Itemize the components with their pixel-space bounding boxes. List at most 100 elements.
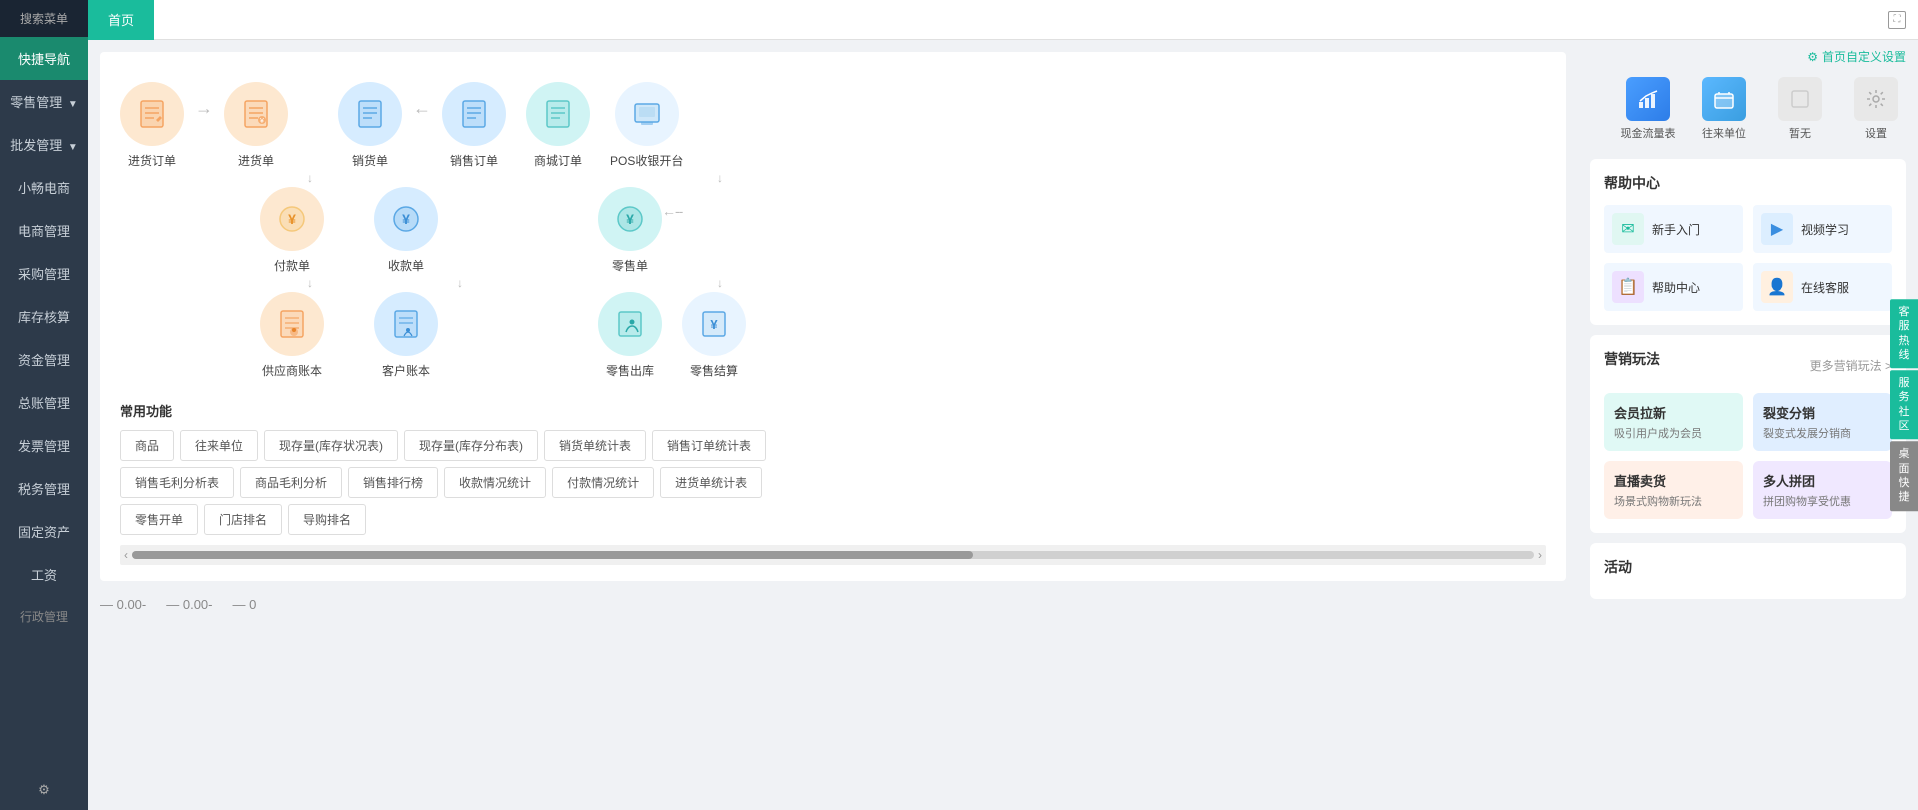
sidebar-item-tax[interactable]: 税务管理	[0, 467, 88, 510]
mkt-group-title: 多人拼团	[1763, 471, 1882, 490]
marketing-more-link[interactable]: 更多营销玩法 >	[1810, 357, 1892, 374]
mkt-item-group[interactable]: 多人拼团 拼团购物享受优惠	[1753, 461, 1892, 519]
sidebar-item-invoice[interactable]: 发票管理	[0, 424, 88, 467]
node-payment[interactable]: ¥ 付款单	[260, 187, 324, 274]
help-center-title: 帮助中心	[1604, 173, 1892, 193]
node-pos[interactable]: POS收银开台	[610, 82, 683, 169]
cf-btn-sales-order-stat[interactable]: 销售订单统计表	[652, 430, 766, 461]
cf-btn-sales-profit[interactable]: 销售毛利分析表	[120, 467, 234, 498]
down-arrow-mall: ↓	[717, 169, 723, 187]
fullscreen-icon[interactable]: ⛶	[1888, 11, 1906, 29]
scroll-left-arrow[interactable]: ‹	[124, 548, 128, 562]
cf-btn-stock-dist[interactable]: 现存量(库存分布表)	[404, 430, 538, 461]
cf-btn-goods-profit[interactable]: 商品毛利分析	[240, 467, 342, 498]
cf-btn-store-rank[interactable]: 门店排名	[204, 504, 282, 535]
gear-icon: ⚙	[1807, 50, 1818, 64]
float-btn-service[interactable]: 客服热线	[1890, 299, 1918, 368]
sidebar-settings[interactable]: ⚙	[0, 770, 88, 810]
horizontal-scrollbar[interactable]: ‹ ›	[120, 545, 1546, 565]
sidebar-item-fixed-assets[interactable]: 固定资产	[0, 510, 88, 553]
node-retail-settlement[interactable]: ¥ 零售结算	[682, 292, 746, 379]
node-mall-order[interactable]: 商城订单	[526, 82, 590, 169]
mkt-item-fission[interactable]: 裂变分销 裂变式发展分销商	[1753, 393, 1892, 451]
qi-partners[interactable]: 往来单位	[1694, 77, 1754, 141]
cf-title: 常用功能	[120, 401, 1546, 420]
qi-cashflow-label: 现金流量表	[1621, 125, 1676, 141]
tab-home[interactable]: 首页	[88, 0, 154, 40]
help-item-beginner[interactable]: ✉ 新手入门	[1604, 205, 1743, 253]
top-bar: 首页 ⛶	[88, 0, 1918, 40]
sidebar-item-quick-nav[interactable]: 快捷导航	[0, 37, 88, 80]
customize-settings[interactable]: ⚙ 首页自定义设置	[1590, 48, 1906, 65]
scroll-track[interactable]	[132, 551, 1534, 559]
qi-settings[interactable]: 设置	[1846, 77, 1906, 141]
cf-btn-retail-order[interactable]: 零售开单	[120, 504, 198, 535]
help-grid: ✉ 新手入门 ▶ 视频学习 📋 帮助中心 👤 在线客服	[1604, 205, 1892, 311]
sidebar-item-retail[interactable]: 零售管理 ▼	[0, 80, 88, 123]
qi-none-label: 暂无	[1789, 125, 1811, 141]
sidebar-item-wholesale[interactable]: 批发管理 ▼	[0, 123, 88, 166]
node-customer-account[interactable]: 客户账本	[374, 292, 438, 379]
node-retail-outbound[interactable]: 零售出库	[598, 292, 662, 379]
cf-btn-guide-rank[interactable]: 导购排名	[288, 504, 366, 535]
float-btn-community[interactable]: 服务社区	[1890, 370, 1918, 439]
main-area: 首页 ⛶	[88, 0, 1918, 810]
sidebar-item-ledger[interactable]: 总账管理	[0, 381, 88, 424]
top-bar-right: ⛶	[1888, 11, 1918, 29]
node-purchase-order[interactable]: 进货订单	[120, 82, 184, 169]
sidebar-item-admin[interactable]: 行政管理	[0, 596, 88, 637]
qi-none-icon	[1778, 77, 1822, 121]
qi-settings-icon	[1854, 77, 1898, 121]
common-functions: 常用功能 商品 往来单位 现存量(库存状况表) 现存量(库存分布表) 销货单统计…	[120, 401, 1546, 535]
activity-card: 活动	[1590, 543, 1906, 599]
left-panel: 进货订单 →	[88, 40, 1578, 810]
node-retail-order[interactable]: ¥ 零售单	[598, 187, 662, 274]
sidebar-search[interactable]: 搜索菜单	[0, 0, 88, 37]
cf-btn-receipt-stat[interactable]: 收款情况统计	[444, 467, 546, 498]
scroll-thumb[interactable]	[132, 551, 973, 559]
node-supplier-account[interactable]: 供应商账本	[260, 292, 324, 379]
help-center-card: 帮助中心 ✉ 新手入门 ▶ 视频学习 📋 帮助中心 👤	[1590, 159, 1906, 325]
cf-btn-purchase-stat[interactable]: 进货单统计表	[660, 467, 762, 498]
customize-label[interactable]: 首页自定义设置	[1822, 48, 1906, 65]
beginner-label: 新手入门	[1652, 221, 1700, 238]
sidebar-item-purchase[interactable]: 采购管理	[0, 252, 88, 295]
down-arrow-purchase: ↓	[307, 169, 313, 187]
online-label: 在线客服	[1801, 279, 1849, 296]
cf-btn-goods[interactable]: 商品	[120, 430, 174, 461]
cf-btn-payment-stat[interactable]: 付款情况统计	[552, 467, 654, 498]
float-btn-desktop[interactable]: 桌面快捷	[1890, 442, 1918, 511]
mkt-item-member[interactable]: 会员拉新 吸引用户成为会员	[1604, 393, 1743, 451]
marketing-card: 营销玩法 更多营销玩法 > 会员拉新 吸引用户成为会员 裂变分销 裂变式发展分销…	[1590, 335, 1906, 533]
cf-btn-sales-rank[interactable]: 销售排行榜	[348, 467, 438, 498]
mkt-group-sub: 拼团购物享受优惠	[1763, 493, 1882, 509]
summary-bar: — 0.00- — 0.00- — 0	[100, 593, 1566, 616]
qi-cashflow[interactable]: 现金流量表	[1618, 77, 1678, 141]
beginner-icon: ✉	[1612, 213, 1644, 245]
quick-nav-card: 进货订单 →	[100, 52, 1566, 581]
mkt-item-live[interactable]: 直播卖货 场景式购物新玩法	[1604, 461, 1743, 519]
mkt-fission-sub: 裂变式发展分销商	[1763, 425, 1882, 441]
cf-buttons-row2: 销售毛利分析表 商品毛利分析 销售排行榜 收款情况统计 付款情况统计 进货单统计…	[120, 467, 1546, 498]
sidebar-item-payroll[interactable]: 工资	[0, 553, 88, 596]
node-sales-order[interactable]: 销售订单	[442, 82, 506, 169]
cf-btn-partners[interactable]: 往来单位	[180, 430, 258, 461]
cf-btn-stock-status[interactable]: 现存量(库存状况表)	[264, 430, 398, 461]
help-item-video[interactable]: ▶ 视频学习	[1753, 205, 1892, 253]
help-item-helpcenter[interactable]: 📋 帮助中心	[1604, 263, 1743, 311]
sidebar-item-inventory[interactable]: 库存核算	[0, 295, 88, 338]
scroll-right-arrow[interactable]: ›	[1538, 548, 1542, 562]
cf-btn-sales-stat[interactable]: 销货单统计表	[544, 430, 646, 461]
qi-none[interactable]: 暂无	[1770, 77, 1830, 141]
help-item-online[interactable]: 👤 在线客服	[1753, 263, 1892, 311]
svg-text:¥: ¥	[288, 211, 296, 227]
floating-buttons: 客服热线 服务社区 桌面快捷	[1890, 299, 1918, 511]
activity-title: 活动	[1604, 557, 1892, 577]
sidebar-item-ecom-small[interactable]: 小畅电商	[0, 166, 88, 209]
node-sales-bill[interactable]: 销货单	[338, 82, 402, 169]
sidebar-item-finance[interactable]: 资金管理	[0, 338, 88, 381]
sidebar-item-ecom[interactable]: 电商管理	[0, 209, 88, 252]
node-receipt[interactable]: ¥ 收款单	[374, 187, 438, 274]
node-purchase-bill[interactable]: ¥ 进货单	[224, 82, 288, 169]
online-icon: 👤	[1761, 271, 1793, 303]
